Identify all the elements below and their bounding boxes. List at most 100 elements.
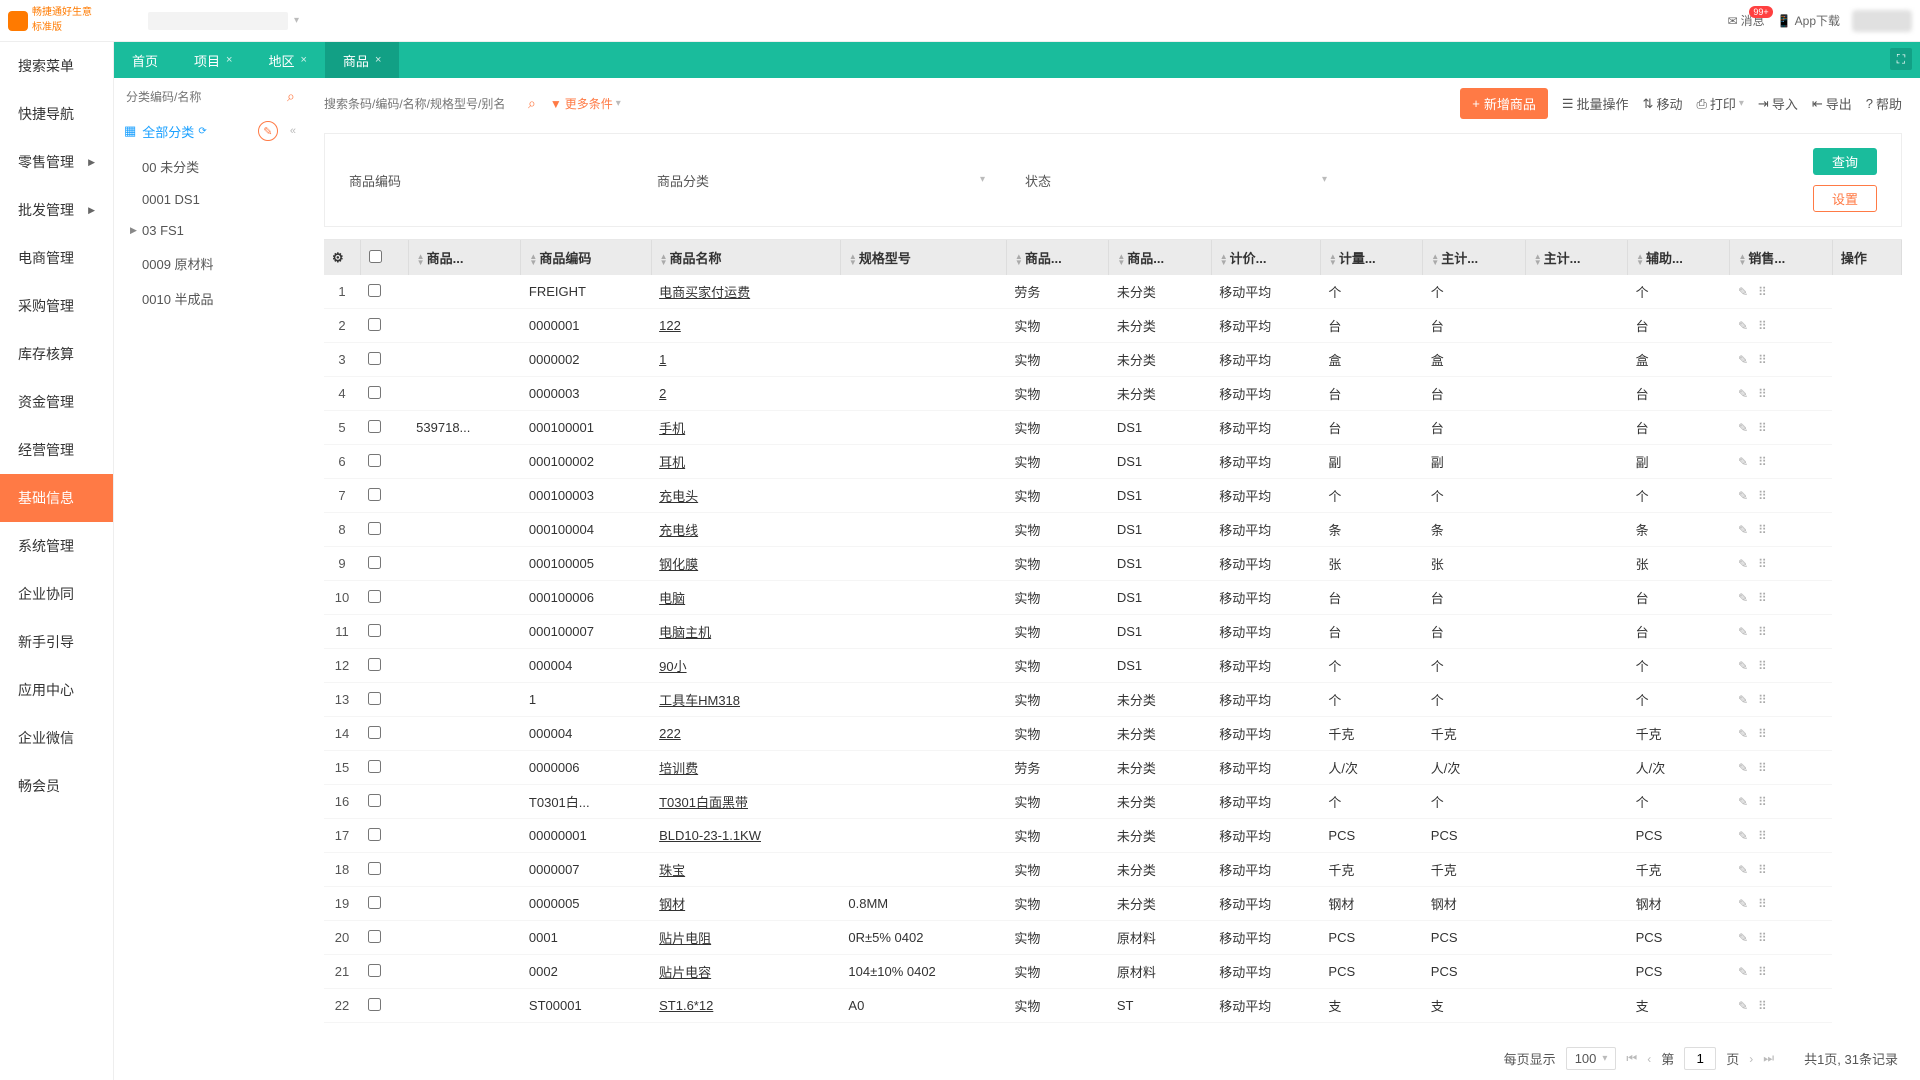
sidebar-item[interactable]: 企业协同 [0, 570, 113, 618]
page-input[interactable] [1684, 1047, 1716, 1070]
column-header[interactable]: ▲▼销售... [1730, 240, 1832, 275]
more-icon[interactable]: ⠿ [1758, 727, 1767, 741]
last-page-button[interactable]: ⏭ [1763, 1051, 1774, 1066]
column-header[interactable]: ▲▼计量... [1320, 240, 1422, 275]
product-search-input[interactable] [324, 97, 514, 111]
batch-button[interactable]: ☰批量操作 [1562, 94, 1629, 113]
edit-icon[interactable]: ✎ [1738, 829, 1748, 843]
cell-name[interactable]: 1 [651, 343, 840, 377]
edit-icon[interactable]: ✎ [1738, 557, 1748, 571]
row-checkbox[interactable] [360, 717, 408, 751]
tree-item[interactable]: 0010 半成品 [114, 281, 306, 316]
sidebar-item[interactable]: 零售管理▶ [0, 138, 113, 186]
row-checkbox[interactable] [360, 955, 408, 989]
import-button[interactable]: ⇥导入 [1758, 94, 1798, 113]
sidebar-item[interactable]: 畅会员 [0, 762, 113, 810]
edit-icon[interactable]: ✎ [1738, 353, 1748, 367]
sidebar-item[interactable]: 新手引导 [0, 618, 113, 666]
cell-name[interactable]: 钢材 [651, 887, 840, 921]
cell-name[interactable]: 2 [651, 377, 840, 411]
sidebar-item[interactable]: 快捷导航 [0, 90, 113, 138]
more-icon[interactable]: ⠿ [1758, 489, 1767, 503]
cell-name[interactable]: 电脑主机 [651, 615, 840, 649]
code-input[interactable] [417, 168, 617, 192]
search-icon[interactable]: ⌕ [287, 88, 295, 105]
row-checkbox[interactable] [360, 785, 408, 819]
cell-name[interactable]: 电脑 [651, 581, 840, 615]
tab[interactable]: 首页 [114, 42, 176, 78]
edit-icon[interactable]: ✎ [1738, 285, 1748, 299]
more-icon[interactable]: ⠿ [1758, 693, 1767, 707]
column-settings-button[interactable]: ⚙ [324, 240, 360, 275]
next-page-button[interactable]: › [1749, 1052, 1753, 1066]
more-icon[interactable]: ⠿ [1758, 863, 1767, 877]
first-page-button[interactable]: ⏮ [1626, 1051, 1637, 1066]
more-icon[interactable]: ⠿ [1758, 421, 1767, 435]
tree-item[interactable]: ▶03 FS1 [114, 215, 306, 246]
row-checkbox[interactable] [360, 683, 408, 717]
company-selector[interactable]: ▾ [148, 12, 299, 30]
edit-icon[interactable]: ✎ [1738, 931, 1748, 945]
more-icon[interactable]: ⠿ [1758, 285, 1767, 299]
column-header[interactable]: ▲▼商品编码 [521, 240, 651, 275]
sidebar-item[interactable]: 企业微信 [0, 714, 113, 762]
more-filters-button[interactable]: ▼ 更多条件 ▾ [550, 95, 621, 112]
sidebar-item[interactable]: 应用中心 [0, 666, 113, 714]
column-header[interactable]: ▲▼主计... [1423, 240, 1525, 275]
edit-icon[interactable]: ✎ [1738, 489, 1748, 503]
prev-page-button[interactable]: ‹ [1647, 1052, 1651, 1066]
cell-name[interactable]: 电商买家付运费 [651, 275, 840, 309]
edit-icon[interactable]: ✎ [1738, 319, 1748, 333]
more-icon[interactable]: ⠿ [1758, 965, 1767, 979]
help-button[interactable]: ?帮助 [1866, 94, 1902, 113]
column-header[interactable]: ▲▼商品名称 [651, 240, 840, 275]
sidebar-item[interactable]: 系统管理 [0, 522, 113, 570]
edit-icon[interactable]: ✎ [1738, 625, 1748, 639]
all-categories-link[interactable]: 全部分类⟳ [142, 122, 206, 141]
cell-name[interactable]: 充电线 [651, 513, 840, 547]
close-icon[interactable]: × [375, 54, 381, 66]
sidebar-item[interactable]: 库存核算 [0, 330, 113, 378]
row-checkbox[interactable] [360, 581, 408, 615]
cell-name[interactable]: ST1.6*12 [651, 989, 840, 1023]
edit-icon[interactable]: ✎ [1738, 455, 1748, 469]
sidebar-item[interactable]: 批发管理▶ [0, 186, 113, 234]
edit-icon[interactable]: ✎ [1738, 659, 1748, 673]
cell-name[interactable]: 贴片电阻 [651, 921, 840, 955]
edit-icon[interactable]: ✎ [1738, 421, 1748, 435]
row-checkbox[interactable] [360, 989, 408, 1023]
row-checkbox[interactable] [360, 445, 408, 479]
add-product-button[interactable]: + 新增商品 [1460, 88, 1548, 119]
cell-name[interactable]: 钢化膜 [651, 547, 840, 581]
tree-item[interactable]: 00 未分类 [114, 149, 306, 184]
row-checkbox[interactable] [360, 853, 408, 887]
more-icon[interactable]: ⠿ [1758, 999, 1767, 1013]
sidebar-item[interactable]: 采购管理 [0, 282, 113, 330]
more-icon[interactable]: ⠿ [1758, 829, 1767, 843]
sidebar-search[interactable]: 搜索菜单 [0, 42, 113, 90]
close-icon[interactable]: × [300, 54, 306, 66]
column-header[interactable]: 操作 [1832, 240, 1901, 275]
more-icon[interactable]: ⠿ [1758, 387, 1767, 401]
edit-icon[interactable]: ✎ [1738, 693, 1748, 707]
row-checkbox[interactable] [360, 479, 408, 513]
row-checkbox[interactable] [360, 343, 408, 377]
edit-icon[interactable]: ✎ [1738, 965, 1748, 979]
more-icon[interactable]: ⠿ [1758, 557, 1767, 571]
column-header[interactable]: ▲▼规格型号 [840, 240, 1006, 275]
status-select[interactable]: ▾ [1067, 168, 1327, 192]
sidebar-item[interactable]: 经营管理 [0, 426, 113, 474]
query-button[interactable]: 查询 [1813, 148, 1877, 175]
settings-button[interactable]: 设置 [1813, 185, 1877, 212]
category-select[interactable]: ▾ [725, 168, 985, 192]
sidebar-item[interactable]: 资金管理 [0, 378, 113, 426]
app-download-button[interactable]: 📱 App下载 [1777, 12, 1840, 29]
avatar[interactable] [1852, 10, 1912, 32]
row-checkbox[interactable] [360, 887, 408, 921]
tree-item[interactable]: 0001 DS1 [114, 184, 306, 215]
cell-name[interactable]: 工具车HM318 [651, 683, 840, 717]
column-header[interactable]: ▲▼计价... [1211, 240, 1320, 275]
more-icon[interactable]: ⠿ [1758, 659, 1767, 673]
more-icon[interactable]: ⠿ [1758, 591, 1767, 605]
category-search-input[interactable] [126, 90, 281, 104]
